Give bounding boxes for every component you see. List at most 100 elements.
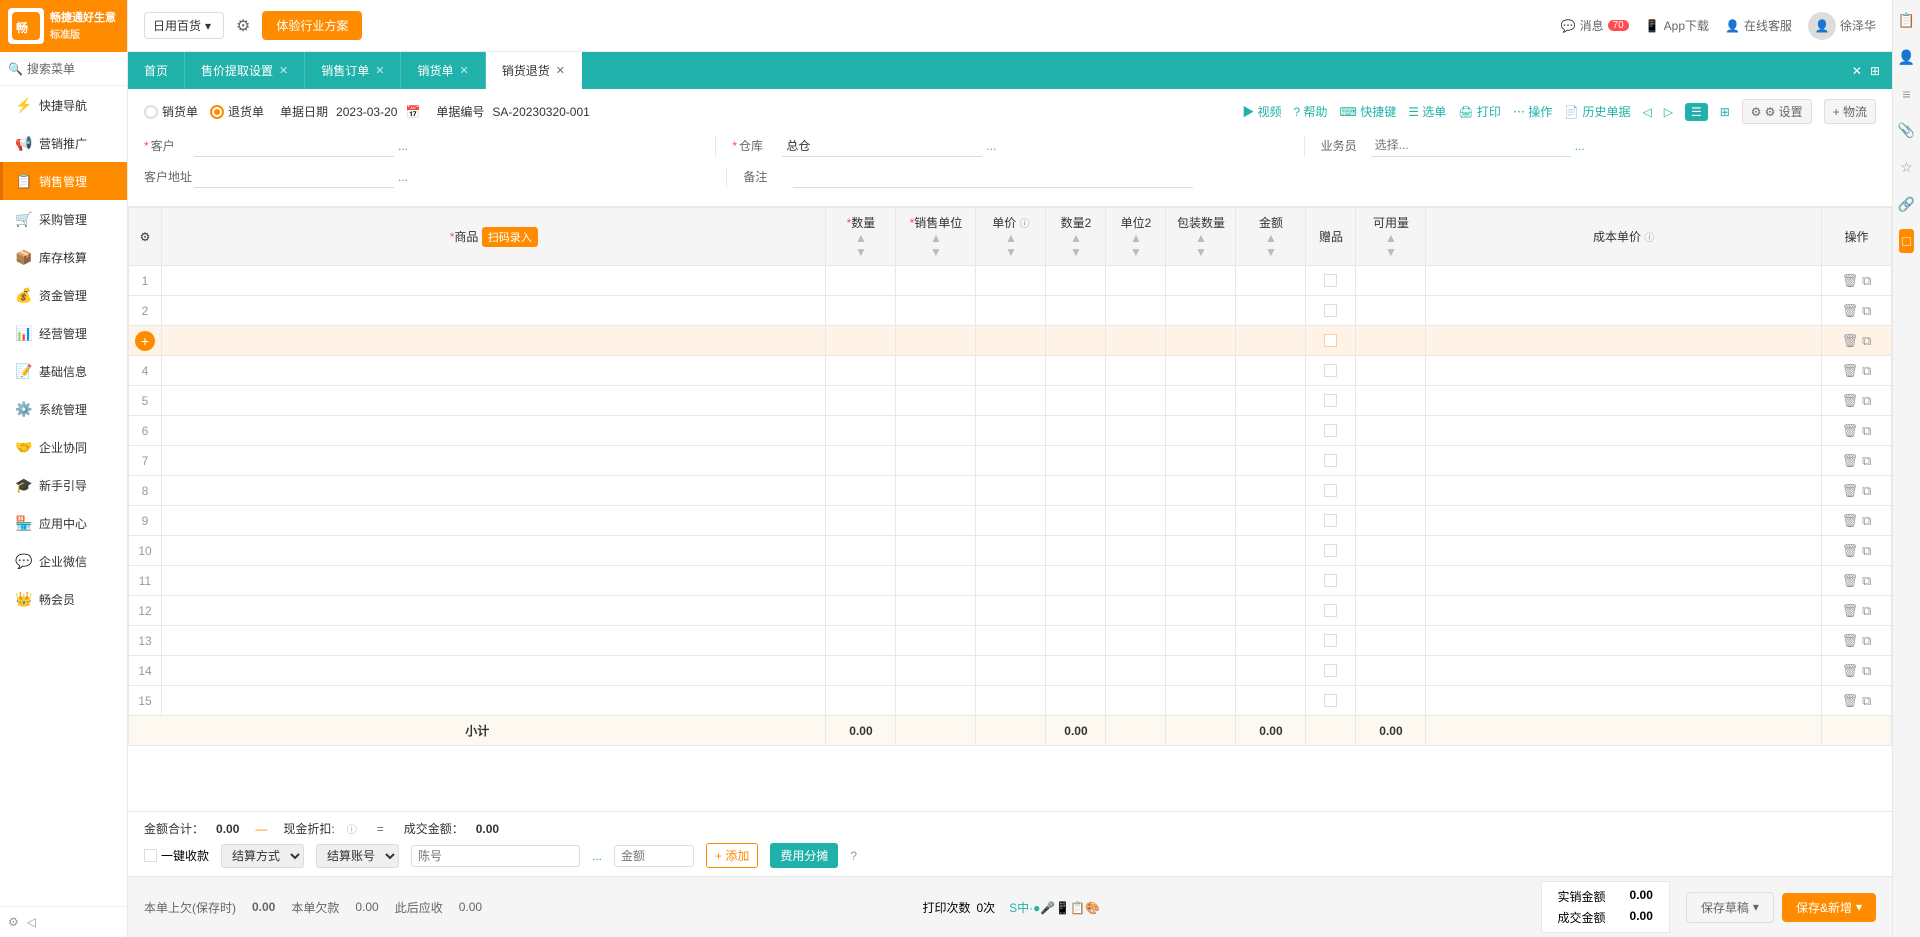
tab-sales-order[interactable]: 销售订单 ✕ (305, 52, 401, 89)
copy-btn-3[interactable]: ⧉ (1862, 333, 1871, 349)
sidebar-item-wechat[interactable]: 💬 企业微信 (0, 542, 127, 580)
tab-sales-price-close[interactable]: ✕ (279, 64, 288, 77)
add-row-btn[interactable]: + (135, 331, 155, 351)
row-unit-2[interactable] (896, 296, 976, 326)
row-pkg-1[interactable] (1166, 266, 1236, 296)
row-gift-3[interactable] (1306, 326, 1356, 356)
add-fee-btn[interactable]: + 添加 (706, 843, 758, 868)
row-goods-1[interactable] (162, 266, 826, 296)
gift-checkbox-6[interactable] (1324, 424, 1337, 437)
experience-btn[interactable]: 体验行业方案 (262, 11, 362, 40)
row-qty-3[interactable] (826, 326, 896, 356)
gift-checkbox-7[interactable] (1324, 454, 1337, 467)
delete-btn-6[interactable]: 🗑 (1842, 423, 1859, 439)
delete-btn-4[interactable]: 🗑 (1842, 363, 1859, 379)
toolbar-video[interactable]: ▶ 视频 (1242, 103, 1281, 120)
right-box-icon[interactable]: □ (1899, 229, 1913, 253)
row-cost-2[interactable] (1426, 296, 1822, 326)
date-value[interactable]: 2023-03-20 (336, 105, 397, 119)
payment-checkbox[interactable] (144, 849, 157, 862)
toolbar-view-list[interactable]: ☰ (1685, 103, 1708, 121)
delete-btn-10[interactable]: 🗑 (1842, 543, 1859, 559)
sidebar-item-system[interactable]: ⚙️ 系统管理 (0, 390, 127, 428)
cost-info-icon[interactable]: ⓘ (1644, 233, 1654, 244)
sidebar-item-finance[interactable]: 💰 资金管理 (0, 276, 127, 314)
right-attach-icon[interactable]: 📎 (1894, 118, 1919, 143)
save-new-btn[interactable]: 保存&新增 ▾ (1782, 893, 1876, 922)
available-sort[interactable]: ▲▼ (1364, 231, 1417, 259)
qty-sort[interactable]: ▲▼ (834, 231, 887, 259)
delete-btn-13[interactable]: 🗑 (1842, 633, 1859, 649)
gift-checkbox-14[interactable] (1324, 664, 1337, 677)
sidebar-item-operation[interactable]: 📊 经营管理 (0, 314, 127, 352)
tab-sales-return-close[interactable]: ✕ (556, 64, 565, 77)
row-amount-3[interactable] (1236, 326, 1306, 356)
delete-btn-14[interactable]: 🗑 (1842, 663, 1859, 679)
row-available-1[interactable] (1356, 266, 1426, 296)
warehouse-dots[interactable]: ... (982, 139, 1000, 153)
row-unit-1[interactable] (896, 266, 976, 296)
user-item[interactable]: 👤 徐泽华 (1808, 12, 1876, 40)
sidebar-settings-icon[interactable]: ⚙ (8, 915, 19, 929)
calc-method-select[interactable]: 结算方式 (221, 844, 304, 868)
copy-btn-6[interactable]: ⧉ (1862, 423, 1871, 439)
gift-checkbox-2[interactable] (1324, 304, 1337, 317)
radio-delivery[interactable]: 销货单 (144, 103, 198, 120)
row-available-2[interactable] (1356, 296, 1426, 326)
account-input[interactable] (411, 845, 580, 867)
row-gift-1[interactable] (1306, 266, 1356, 296)
sidebar-item-newguide[interactable]: 🎓 新手引导 (0, 466, 127, 504)
row-available-3[interactable] (1356, 326, 1426, 356)
remark-input[interactable] (793, 165, 1193, 188)
row-goods-3[interactable] (162, 326, 826, 356)
account-select[interactable]: 结算账号 (316, 844, 399, 868)
unit2-sort[interactable]: ▲▼ (1114, 231, 1157, 259)
right-note-icon[interactable]: 📋 (1894, 8, 1919, 33)
toolbar-view-grid[interactable]: ⊞ (1720, 105, 1730, 119)
account-dots[interactable]: ... (592, 849, 602, 863)
sidebar-search[interactable]: 🔍 搜索菜单 (0, 52, 127, 86)
copy-btn-13[interactable]: ⧉ (1862, 633, 1871, 649)
copy-btn-15[interactable]: ⧉ (1862, 693, 1871, 709)
copy-btn-9[interactable]: ⧉ (1862, 513, 1871, 529)
delete-btn-15[interactable]: 🗑 (1842, 693, 1859, 709)
row-amount-1[interactable] (1236, 266, 1306, 296)
toolbar-nav-prev[interactable]: ◁ (1643, 105, 1652, 119)
pkg-sort[interactable]: ▲▼ (1174, 231, 1227, 259)
address-dots[interactable]: ... (394, 170, 412, 184)
row-cost-3[interactable] (1426, 326, 1822, 356)
customer-input[interactable] (194, 134, 394, 157)
copy-btn-10[interactable]: ⧉ (1862, 543, 1871, 559)
address-input[interactable] (194, 165, 394, 188)
fee-help-icon[interactable]: ? (850, 849, 857, 863)
discount-info-icon[interactable]: ⓘ (347, 821, 357, 836)
row-price-3[interactable] (976, 326, 1046, 356)
row-qty2-1[interactable] (1046, 266, 1106, 296)
gift-checkbox-5[interactable] (1324, 394, 1337, 407)
row-gift-2[interactable] (1306, 296, 1356, 326)
gift-checkbox-10[interactable] (1324, 544, 1337, 557)
tab-sales-price[interactable]: 售价提取设置 ✕ (185, 52, 305, 89)
gift-checkbox-12[interactable] (1324, 604, 1337, 617)
price-sort[interactable]: ▲▼ (984, 231, 1037, 259)
message-item[interactable]: 💬 消息 70 (1561, 17, 1629, 34)
right-list-icon[interactable]: ≡ (1898, 82, 1914, 106)
delete-btn-9[interactable]: 🗑 (1842, 513, 1859, 529)
gift-checkbox-13[interactable] (1324, 634, 1337, 647)
tab-menu[interactable]: ⊞ (1870, 64, 1880, 78)
gift-checkbox-9[interactable] (1324, 514, 1337, 527)
customer-dots[interactable]: ... (394, 139, 412, 153)
btn-setting[interactable]: ⚙ ⚙ 设置 (1742, 99, 1812, 124)
right-person-icon[interactable]: 👤 (1894, 45, 1919, 70)
sidebar-item-purchase[interactable]: 🛒 采购管理 (0, 200, 127, 238)
gift-checkbox-8[interactable] (1324, 484, 1337, 497)
gift-checkbox-15[interactable] (1324, 694, 1337, 707)
row-amount-2[interactable] (1236, 296, 1306, 326)
tab-close-all[interactable]: ✕ (1852, 64, 1862, 78)
sidebar-item-enterprise[interactable]: 🤝 企业协同 (0, 428, 127, 466)
th-gear[interactable]: ⚙ (129, 208, 162, 266)
industry-select[interactable]: 日用百货 ▾ (144, 12, 224, 39)
tab-home[interactable]: 首页 (128, 52, 185, 89)
calendar-icon[interactable]: 📅 (405, 105, 420, 119)
sidebar-item-appstore[interactable]: 🏪 应用中心 (0, 504, 127, 542)
